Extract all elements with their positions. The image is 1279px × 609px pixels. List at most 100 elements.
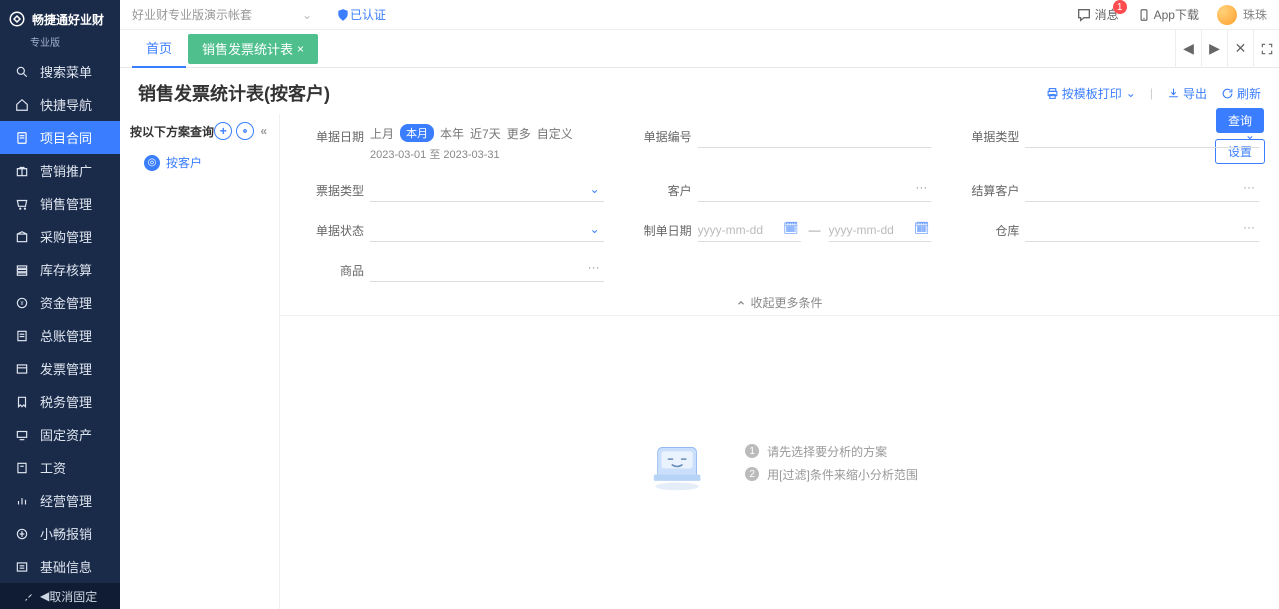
- tab-close-all[interactable]: ✕: [1227, 30, 1253, 68]
- user-menu[interactable]: 珠珠: [1217, 5, 1267, 25]
- account-selector[interactable]: 好业财专业版演示帐套 ⌄: [132, 6, 312, 23]
- svg-text:¥: ¥: [21, 300, 24, 306]
- sidebar: 畅捷通好业财 专业版 搜索菜单 快捷导航 项目合同 营销推广 销售管理 采购管理…: [0, 0, 120, 609]
- pin-off-icon: [24, 590, 36, 602]
- sidebar-item-sales[interactable]: 销售管理: [0, 187, 120, 220]
- sidebar-item-funds[interactable]: ¥资金管理: [0, 286, 120, 319]
- sidebar-unpin[interactable]: ◀取消固定: [0, 583, 120, 609]
- refresh-button[interactable]: 刷新: [1221, 85, 1261, 102]
- sidebar-item-project-contract[interactable]: 项目合同: [0, 121, 120, 154]
- sidebar-item-salary[interactable]: 工资: [0, 451, 120, 484]
- preset-this-year[interactable]: 本年: [440, 125, 464, 142]
- sidebar-item-expense[interactable]: 小畅报销: [0, 517, 120, 550]
- goods-input[interactable]: [370, 258, 604, 282]
- sidebar-item-basic-info[interactable]: 基础信息: [0, 550, 120, 583]
- more-icon[interactable]: ···: [1243, 220, 1255, 234]
- export-icon: [1167, 87, 1180, 100]
- message-badge: 1: [1113, 0, 1127, 14]
- sidebar-item-fixed-assets[interactable]: 固定资产: [0, 418, 120, 451]
- gear-icon: [240, 126, 250, 136]
- page-header: 销售发票统计表(按客户) 按模板打印 ⌄ | 导出 刷新: [120, 68, 1279, 114]
- sidebar-item-ledger[interactable]: 总账管理: [0, 319, 120, 352]
- calendar-icon[interactable]: 🗓: [914, 221, 929, 235]
- label-goods: 商品: [300, 258, 364, 279]
- preset-more[interactable]: 更多: [507, 125, 531, 142]
- date-range-display: 2023-03-01 至 2023-03-31: [370, 146, 604, 162]
- label-maker-date: 制单日期: [628, 218, 692, 239]
- sidebar-item-tax[interactable]: 税务管理: [0, 385, 120, 418]
- refresh-icon: [1221, 87, 1234, 100]
- sidebar-item-inventory[interactable]: 库存核算: [0, 253, 120, 286]
- topbar: 好业财专业版演示帐套 ⌄ 已认证 消息 1 App下载 珠: [120, 0, 1279, 30]
- tab-next[interactable]: ▶: [1201, 30, 1227, 68]
- tab-prev[interactable]: ◀: [1175, 30, 1201, 68]
- box-icon: [14, 229, 30, 245]
- sidebar-item-search[interactable]: 搜索菜单: [0, 55, 120, 88]
- preset-this-month[interactable]: 本月: [400, 124, 434, 142]
- shield-icon: [336, 8, 350, 22]
- tabbar: 首页 销售发票统计表 × ◀ ▶ ✕: [120, 30, 1279, 68]
- tab-sales-invoice-stats[interactable]: 销售发票统计表 ×: [188, 34, 318, 64]
- label-invoice-type: 票据类型: [300, 178, 364, 199]
- invoice-type-select[interactable]: [370, 178, 604, 202]
- sidebar-item-invoice[interactable]: 发票管理: [0, 352, 120, 385]
- search-icon: [14, 64, 30, 80]
- export-button[interactable]: 导出: [1167, 85, 1207, 102]
- more-icon[interactable]: ···: [1243, 180, 1255, 194]
- scheme-title: 按以下方案查询: [130, 123, 214, 140]
- expense-icon: [14, 526, 30, 542]
- sidebar-item-purchase[interactable]: 采购管理: [0, 220, 120, 253]
- tab-fullscreen[interactable]: [1253, 30, 1279, 68]
- label-doc-date: 单据日期: [300, 124, 364, 145]
- account-name: 好业财专业版演示帐套: [132, 6, 252, 23]
- sidebar-item-marketing[interactable]: 营销推广: [0, 154, 120, 187]
- sidebar-item-quicknav[interactable]: 快捷导航: [0, 88, 120, 121]
- print-icon: [1046, 87, 1059, 100]
- more-icon[interactable]: ···: [915, 180, 927, 194]
- asset-icon: [14, 427, 30, 443]
- calendar-icon[interactable]: 🗓: [783, 221, 798, 235]
- verified-badge: 已认证: [336, 6, 386, 23]
- settle-customer-input[interactable]: [1025, 178, 1259, 202]
- scheme-settings-button[interactable]: [236, 122, 254, 140]
- app-download-button[interactable]: App下载: [1137, 6, 1199, 23]
- chevron-down-icon: ⌄: [1126, 86, 1136, 100]
- chevron-up-icon: [736, 298, 746, 308]
- cart-icon: [14, 196, 30, 212]
- brand-name: 畅捷通好业财: [32, 11, 104, 28]
- scheme-collapse-button[interactable]: «: [258, 124, 269, 138]
- brand-sub: 专业版: [0, 34, 120, 55]
- scheme-add-button[interactable]: +: [214, 122, 232, 140]
- sidebar-menu: 搜索菜单 快捷导航 项目合同 营销推广 销售管理 采购管理 库存核算 ¥资金管理…: [0, 55, 120, 583]
- messages-button[interactable]: 消息 1: [1076, 6, 1119, 23]
- target-icon: ◎: [144, 155, 160, 171]
- print-template-button[interactable]: 按模板打印 ⌄: [1046, 85, 1136, 102]
- close-icon[interactable]: ×: [297, 42, 304, 56]
- customer-input[interactable]: [698, 178, 932, 202]
- collapse-more-conditions[interactable]: 收起更多条件: [280, 282, 1279, 316]
- doc-no-input[interactable]: [698, 124, 932, 148]
- info-icon: [14, 559, 30, 575]
- preset-custom[interactable]: 自定义: [537, 125, 573, 142]
- expand-icon: [1260, 42, 1274, 56]
- chevron-down-icon: ⌄: [302, 8, 312, 22]
- invoice-icon: [14, 361, 30, 377]
- warehouse-input[interactable]: [1025, 218, 1259, 242]
- filters: 单据日期 上月 本月 本年 近7天 更多 自定义 2023-03-01 至 20…: [280, 114, 1279, 282]
- sidebar-item-business[interactable]: 经营管理: [0, 484, 120, 517]
- preset-last-7d[interactable]: 近7天: [470, 125, 501, 142]
- tab-home[interactable]: 首页: [132, 30, 186, 68]
- message-icon: [1076, 7, 1092, 23]
- preset-last-month[interactable]: 上月: [370, 125, 394, 142]
- label-doc-no: 单据编号: [628, 124, 692, 145]
- page-title: 销售发票统计表(按客户): [138, 80, 330, 106]
- empty-step-1: 1请先选择要分析的方案: [745, 443, 918, 460]
- more-icon[interactable]: ···: [588, 260, 600, 274]
- mobile-icon: [1137, 8, 1151, 22]
- doc-type-select[interactable]: [1025, 124, 1259, 148]
- doc-status-select[interactable]: [370, 218, 604, 242]
- chart-icon: [14, 493, 30, 509]
- chevron-down-icon: ⌄: [590, 182, 600, 196]
- scheme-item-by-customer[interactable]: ◎ 按客户: [144, 154, 269, 171]
- label-settle-customer: 结算客户: [955, 178, 1019, 199]
